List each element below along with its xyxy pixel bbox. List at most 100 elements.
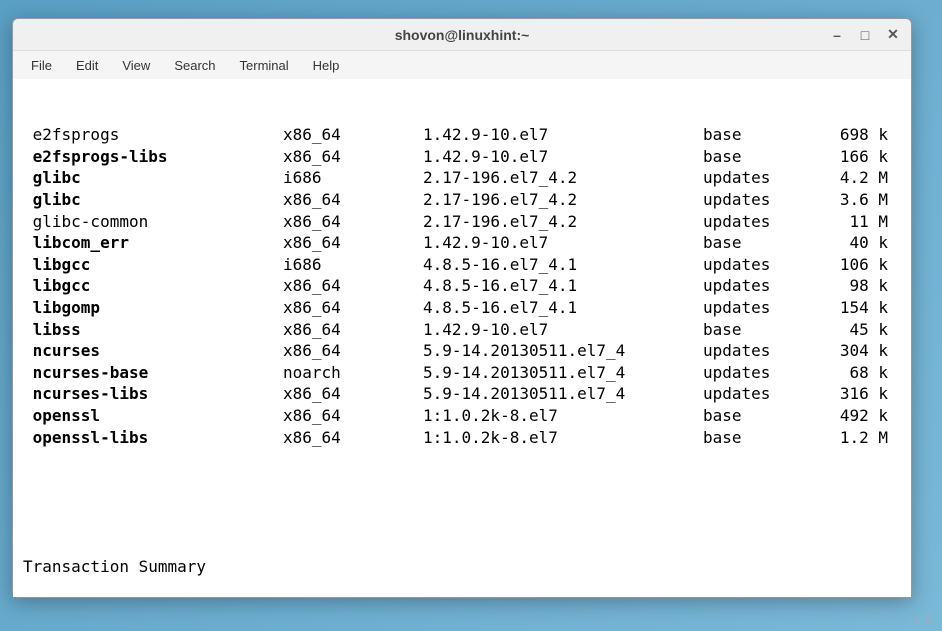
pkg-arch: x86_64 (283, 124, 423, 146)
package-list: e2fsprogsx86_641.42.9-10.el7base698 k e2… (23, 124, 901, 448)
pkg-arch: x86_64 (283, 297, 423, 319)
pkg-version: 2.17-196.el7_4.2 (423, 189, 703, 211)
pkg-size: 166 k (818, 146, 888, 168)
package-row: libgcci6864.8.5-16.el7_4.1updates106 k (23, 254, 901, 276)
package-row: libcom_errx86_641.42.9-10.el7base40 k (23, 232, 901, 254)
pkg-size: 45 k (818, 319, 888, 341)
package-row: e2fsprogsx86_641.42.9-10.el7base698 k (23, 124, 901, 146)
pkg-name: ncurses-base (23, 362, 283, 384)
pkg-repo: updates (703, 383, 818, 405)
pkg-size: 68 k (818, 362, 888, 384)
pkg-name: openssl (23, 405, 283, 427)
pkg-repo: base (703, 427, 818, 449)
pkg-version: 4.8.5-16.el7_4.1 (423, 254, 703, 276)
pkg-name: glibc (23, 167, 283, 189)
package-row: ncurses-libsx86_645.9-14.20130511.el7_4u… (23, 383, 901, 405)
pkg-size: 4.2 M (818, 167, 888, 189)
desktop-status: LE (915, 615, 936, 627)
pkg-arch: x86_64 (283, 211, 423, 233)
pkg-name: libss (23, 319, 283, 341)
pkg-size: 3.6 M (818, 189, 888, 211)
pkg-name: e2fsprogs-libs (23, 146, 283, 168)
pkg-repo: base (703, 232, 818, 254)
pkg-arch: x86_64 (283, 319, 423, 341)
pkg-version: 4.8.5-16.el7_4.1 (423, 275, 703, 297)
pkg-name: libgomp (23, 297, 283, 319)
pkg-arch: x86_64 (283, 383, 423, 405)
pkg-version: 5.9-14.20130511.el7_4 (423, 362, 703, 384)
pkg-size: 316 k (818, 383, 888, 405)
pkg-arch: x86_64 (283, 146, 423, 168)
pkg-name: e2fsprogs (23, 124, 283, 146)
window-title: shovon@linuxhint:~ (395, 27, 530, 43)
pkg-size: 11 M (818, 211, 888, 233)
package-row: libgccx86_644.8.5-16.el7_4.1updates98 k (23, 275, 901, 297)
pkg-repo: base (703, 405, 818, 427)
pkg-arch: x86_64 (283, 405, 423, 427)
pkg-version: 1.42.9-10.el7 (423, 124, 703, 146)
package-row: opensslx86_641:1.0.2k-8.el7base492 k (23, 405, 901, 427)
maximize-button[interactable]: □ (855, 25, 875, 45)
pkg-size: 698 k (818, 124, 888, 146)
pkg-version: 1:1.0.2k-8.el7 (423, 427, 703, 449)
pkg-arch: noarch (283, 362, 423, 384)
pkg-size: 40 k (818, 232, 888, 254)
window-controls: – □ ✕ (827, 25, 903, 45)
pkg-version: 1.42.9-10.el7 (423, 232, 703, 254)
package-row: openssl-libsx86_641:1.0.2k-8.el7base1.2 … (23, 427, 901, 449)
pkg-version: 5.9-14.20130511.el7_4 (423, 340, 703, 362)
pkg-size: 98 k (818, 275, 888, 297)
pkg-arch: x86_64 (283, 340, 423, 362)
pkg-version: 4.8.5-16.el7_4.1 (423, 297, 703, 319)
pkg-version: 2.17-196.el7_4.2 (423, 211, 703, 233)
pkg-arch: x86_64 (283, 189, 423, 211)
pkg-version: 1.42.9-10.el7 (423, 319, 703, 341)
pkg-name: libcom_err (23, 232, 283, 254)
package-row: ncurses-basenoarch5.9-14.20130511.el7_4u… (23, 362, 901, 384)
pkg-arch: x86_64 (283, 232, 423, 254)
package-row: e2fsprogs-libsx86_641.42.9-10.el7base166… (23, 146, 901, 168)
pkg-repo: base (703, 146, 818, 168)
pkg-size: 154 k (818, 297, 888, 319)
pkg-repo: updates (703, 362, 818, 384)
package-row: libgompx86_644.8.5-16.el7_4.1updates154 … (23, 297, 901, 319)
menu-file[interactable]: File (21, 55, 62, 76)
pkg-repo: updates (703, 189, 818, 211)
terminal-window: shovon@linuxhint:~ – □ ✕ File Edit View … (12, 18, 912, 598)
menu-help[interactable]: Help (303, 55, 350, 76)
menu-terminal[interactable]: Terminal (230, 55, 299, 76)
pkg-size: 106 k (818, 254, 888, 276)
pkg-repo: updates (703, 340, 818, 362)
menu-edit[interactable]: Edit (66, 55, 108, 76)
pkg-version: 2.17-196.el7_4.2 (423, 167, 703, 189)
pkg-name: glibc-common (23, 211, 283, 233)
package-row: ncursesx86_645.9-14.20130511.el7_4update… (23, 340, 901, 362)
pkg-repo: base (703, 124, 818, 146)
pkg-repo: updates (703, 167, 818, 189)
pkg-arch: x86_64 (283, 275, 423, 297)
pkg-repo: updates (703, 211, 818, 233)
menubar: File Edit View Search Terminal Help (13, 51, 911, 79)
pkg-name: libgcc (23, 254, 283, 276)
pkg-name: libgcc (23, 275, 283, 297)
transaction-summary-heading: Transaction Summary (23, 556, 901, 578)
terminal-output[interactable]: e2fsprogsx86_641.42.9-10.el7base698 k e2… (13, 79, 911, 597)
pkg-arch: i686 (283, 254, 423, 276)
pkg-size: 1.2 M (818, 427, 888, 449)
pkg-version: 1.42.9-10.el7 (423, 146, 703, 168)
package-row: glibc-commonx86_642.17-196.el7_4.2update… (23, 211, 901, 233)
pkg-version: 1:1.0.2k-8.el7 (423, 405, 703, 427)
package-row: glibcx86_642.17-196.el7_4.2updates3.6 M (23, 189, 901, 211)
titlebar[interactable]: shovon@linuxhint:~ – □ ✕ (13, 19, 911, 51)
menu-search[interactable]: Search (164, 55, 225, 76)
pkg-arch: i686 (283, 167, 423, 189)
menu-view[interactable]: View (112, 55, 160, 76)
close-button[interactable]: ✕ (883, 25, 903, 45)
pkg-name: openssl-libs (23, 427, 283, 449)
minimize-button[interactable]: – (827, 25, 847, 45)
pkg-name: ncurses-libs (23, 383, 283, 405)
pkg-repo: updates (703, 254, 818, 276)
pkg-repo: updates (703, 275, 818, 297)
blank-line (23, 491, 901, 513)
package-row: libssx86_641.42.9-10.el7base45 k (23, 319, 901, 341)
